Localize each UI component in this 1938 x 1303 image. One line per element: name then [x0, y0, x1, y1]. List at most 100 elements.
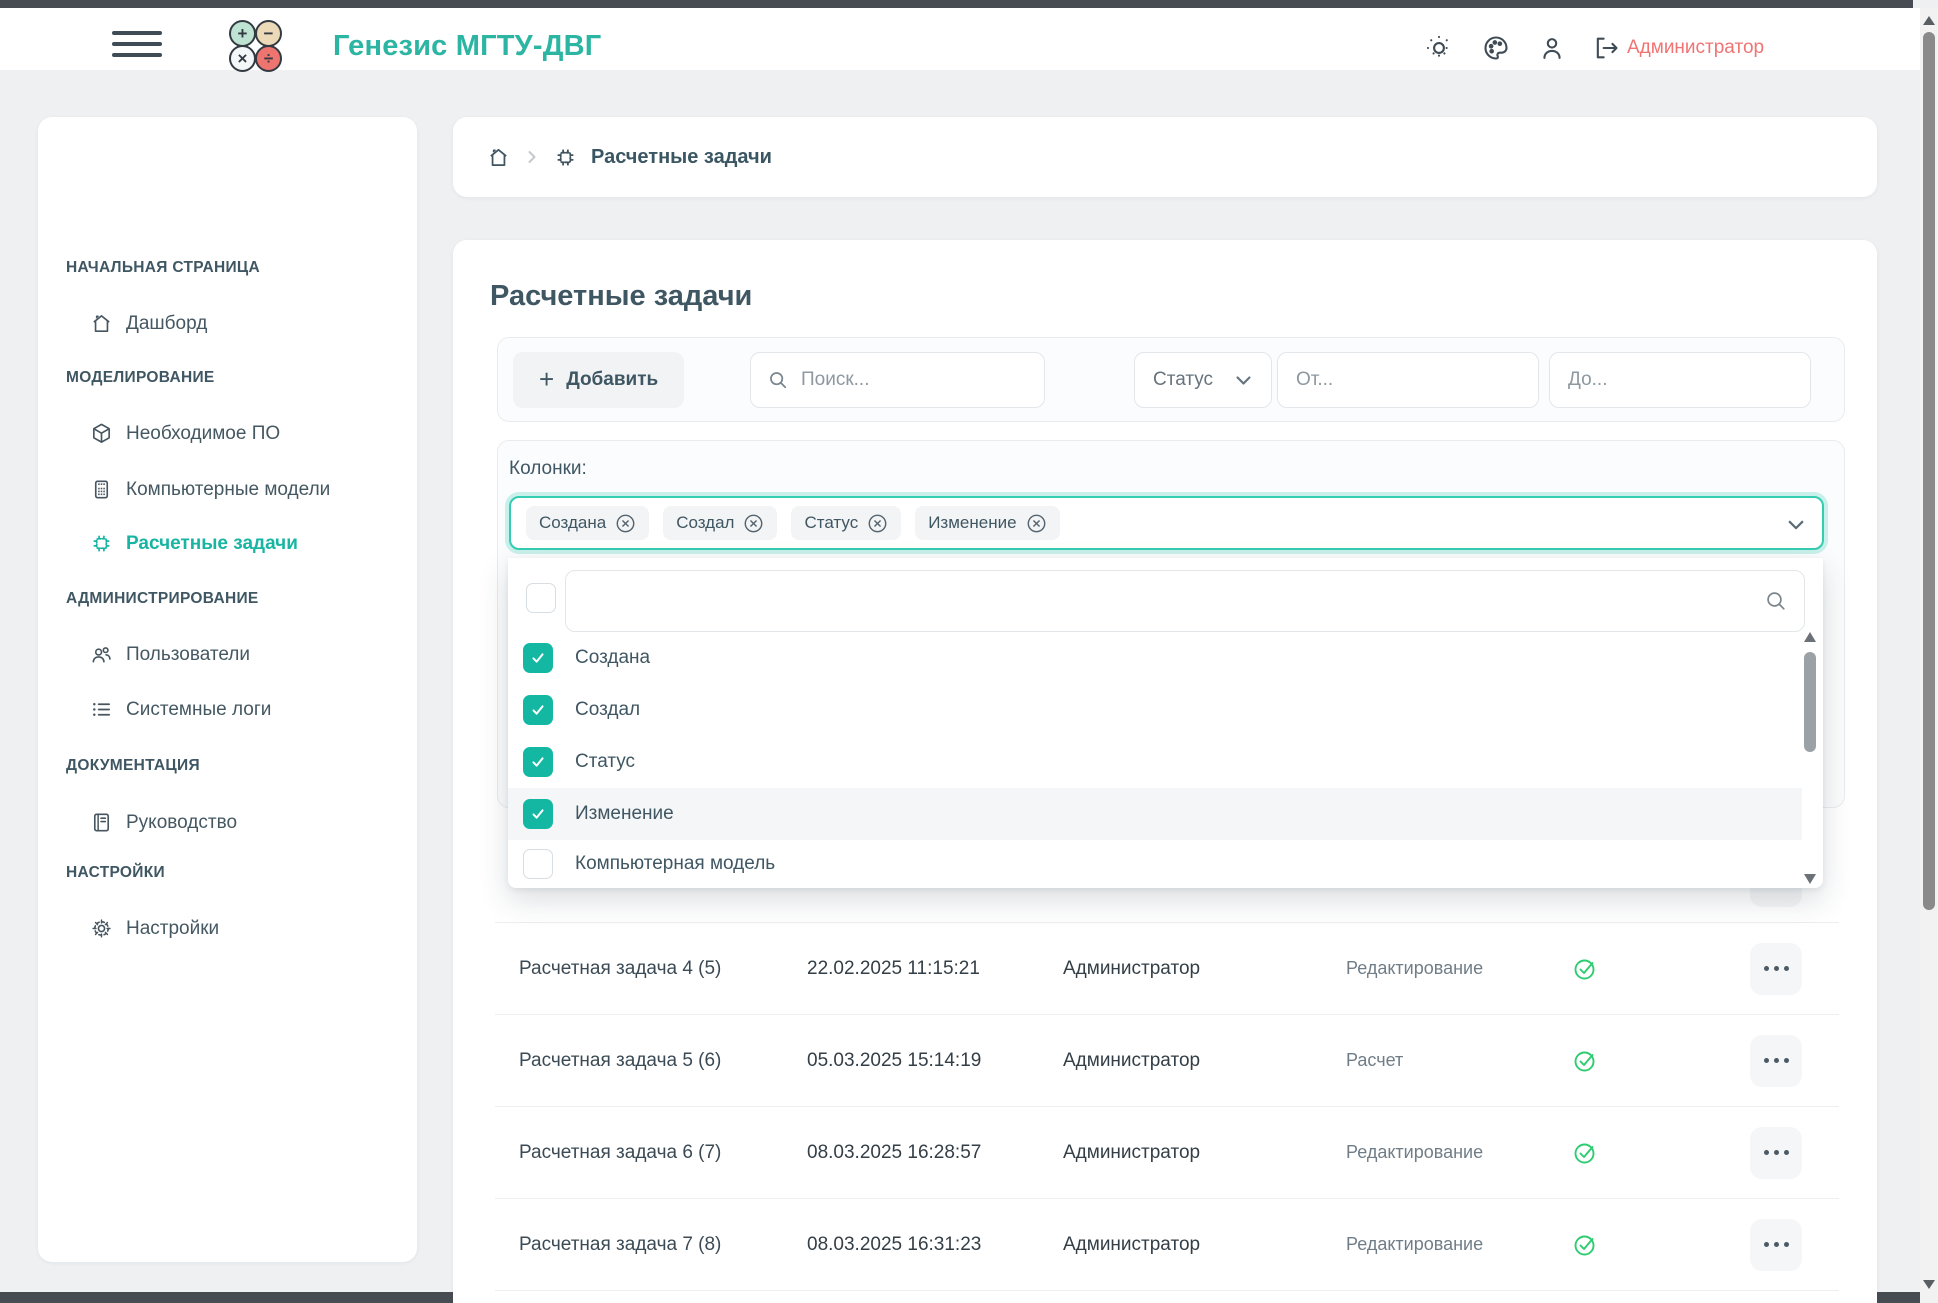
task-created: 22.02.2025 11:15:21	[807, 957, 980, 979]
remove-tag-icon[interactable]	[743, 513, 764, 534]
sidebar-item-label: Пользователи	[126, 643, 251, 665]
remove-tag-icon[interactable]	[615, 513, 636, 534]
table-row[interactable]: Расчетная задача 4 (5) 22.02.2025 11:15:…	[495, 922, 1839, 1014]
scroll-up-arrow[interactable]	[1923, 16, 1935, 25]
logo-times-icon: ×	[229, 45, 256, 72]
task-name: Расчетная задача 7 (8)	[519, 1233, 722, 1255]
sidebar-item-computer-models[interactable]: Компьютерные модели	[90, 478, 330, 501]
sidebar-item-label: Необходимое ПО	[126, 422, 281, 444]
checkbox-checked-icon[interactable]	[523, 747, 553, 777]
menu-icon[interactable]	[112, 31, 162, 57]
sidebar-item-users[interactable]: Пользователи	[90, 643, 250, 666]
date-from-input[interactable]	[1296, 369, 1520, 391]
row-actions-button[interactable]	[1750, 942, 1802, 995]
sidebar-item-label: Компьютерные модели	[126, 478, 331, 500]
app-title: Генезис МГТУ-ДВГ	[333, 30, 602, 62]
home-icon[interactable]	[487, 146, 510, 169]
table-row-partial	[495, 1290, 1839, 1302]
dropdown-scrollbar[interactable]	[1802, 632, 1819, 888]
sidebar-section-documentation: ДОКУМЕНТАЦИЯ	[66, 757, 200, 774]
status-select-value: Статус	[1153, 369, 1214, 390]
dropdown-search-wrapper	[565, 570, 1805, 632]
select-all-checkbox[interactable]	[526, 583, 556, 613]
logo-divide-icon: ÷	[255, 45, 282, 72]
task-author: Администратор	[1063, 1049, 1201, 1071]
remove-tag-icon[interactable]	[1026, 513, 1047, 534]
table-row[interactable]: Расчетная задача 5 (6) 05.03.2025 15:14:…	[495, 1014, 1839, 1106]
dropdown-search-input[interactable]	[582, 590, 1754, 612]
sidebar-item-manual[interactable]: Руководство	[90, 811, 237, 834]
row-actions-button[interactable]	[1750, 1034, 1802, 1087]
page-scrollbar[interactable]	[1920, 8, 1938, 1303]
task-status: Редактирование	[1346, 1234, 1484, 1254]
calculator-icon	[90, 478, 113, 501]
dropdown-option-creator[interactable]: Создал	[508, 684, 1802, 736]
sidebar-item-label: Настройки	[126, 917, 220, 939]
task-status: Редактирование	[1346, 1142, 1484, 1162]
search-icon	[767, 369, 789, 391]
scroll-down-arrow[interactable]	[1804, 874, 1816, 884]
checkbox-checked-icon[interactable]	[523, 799, 553, 829]
checkbox-unchecked-icon[interactable]	[523, 849, 553, 879]
columns-dropdown: Создана Создал Статус Изменение Компьюте…	[508, 558, 1823, 888]
logout-icon[interactable]	[1592, 34, 1620, 62]
chevron-down-icon[interactable]	[1786, 515, 1806, 535]
chevron-right-icon	[524, 149, 540, 165]
sidebar-item-software[interactable]: Необходимое ПО	[90, 422, 280, 445]
dropdown-option-change[interactable]: Изменение	[508, 788, 1802, 840]
palette-icon[interactable]	[1482, 34, 1510, 62]
breadcrumb-current-page[interactable]: Расчетные задачи	[591, 146, 772, 169]
logo-minus-icon: −	[255, 20, 282, 47]
dropdown-option-status[interactable]: Статус	[508, 736, 1802, 788]
sidebar-item-calc-tasks[interactable]: Расчетные задачи	[90, 532, 298, 555]
sidebar-item-label: Системные логи	[126, 698, 272, 720]
date-to-input[interactable]	[1568, 369, 1792, 391]
row-actions-button[interactable]	[1750, 1126, 1802, 1179]
check-circle-icon	[1573, 1141, 1597, 1165]
toolbar-panel: + Добавить Статус	[497, 337, 1845, 422]
sidebar-section-administration: АДМИНИСТРИРОВАНИЕ	[66, 590, 259, 607]
sidebar-item-settings[interactable]: Настройки	[90, 917, 219, 940]
column-tag: Создал	[663, 506, 778, 540]
check-circle-icon	[1573, 957, 1597, 981]
table-row[interactable]: Расчетная задача 6 (7) 08.03.2025 16:28:…	[495, 1106, 1839, 1198]
checkbox-checked-icon[interactable]	[523, 695, 553, 725]
gear-icon	[90, 917, 113, 940]
columns-multiselect[interactable]: Создана Создал Статус Изменение	[509, 496, 1824, 550]
column-tag: Создана	[526, 506, 650, 540]
task-name: Расчетная задача 4 (5)	[519, 957, 722, 979]
search-input[interactable]	[801, 369, 1028, 391]
user-role-label[interactable]: Администратор	[1627, 37, 1764, 59]
scrollbar-thumb[interactable]	[1923, 32, 1935, 910]
sidebar-item-system-logs[interactable]: Системные логи	[90, 698, 271, 721]
chevron-down-icon	[1234, 371, 1253, 390]
plus-icon: +	[539, 364, 555, 394]
status-select[interactable]: Статус	[1134, 352, 1272, 408]
scroll-down-arrow[interactable]	[1923, 1280, 1935, 1289]
dropdown-option-computer-model[interactable]: Компьютерная модель	[508, 840, 1802, 888]
table-row[interactable]: Расчетная задача 7 (8) 08.03.2025 16:31:…	[495, 1198, 1839, 1290]
sidebar-item-dashboard[interactable]: Дашборд	[90, 312, 207, 335]
app-logo: + − × ÷	[207, 20, 319, 72]
theme-sun-icon[interactable]	[1425, 34, 1453, 62]
breadcrumb: Расчетные задачи	[453, 117, 1877, 197]
chip-icon	[90, 532, 113, 555]
remove-tag-icon[interactable]	[867, 513, 888, 534]
sidebar-item-label: Дашборд	[126, 312, 208, 334]
checkbox-checked-icon[interactable]	[523, 643, 553, 673]
user-icon[interactable]	[1538, 34, 1566, 62]
row-actions-button[interactable]	[1750, 1218, 1802, 1271]
sidebar-item-label: Расчетные задачи	[126, 532, 298, 554]
add-button[interactable]: + Добавить	[513, 352, 685, 408]
task-created: 08.03.2025 16:31:23	[807, 1233, 982, 1255]
home-icon	[90, 312, 113, 335]
main-content-card: Расчетные задачи + Добавить Статус Колон…	[453, 240, 1877, 1303]
dropdown-option-created[interactable]: Создана	[508, 632, 1802, 684]
scrollbar-thumb[interactable]	[1804, 652, 1816, 752]
app-header: + − × ÷ Генезис МГТУ-ДВГ Администратор	[0, 8, 1920, 72]
column-tag: Изменение	[915, 506, 1060, 540]
book-icon	[90, 811, 113, 834]
sidebar-section-modeling: МОДЕЛИРОВАНИЕ	[66, 369, 215, 386]
task-author: Администратор	[1063, 957, 1201, 979]
scroll-up-arrow[interactable]	[1804, 632, 1816, 642]
